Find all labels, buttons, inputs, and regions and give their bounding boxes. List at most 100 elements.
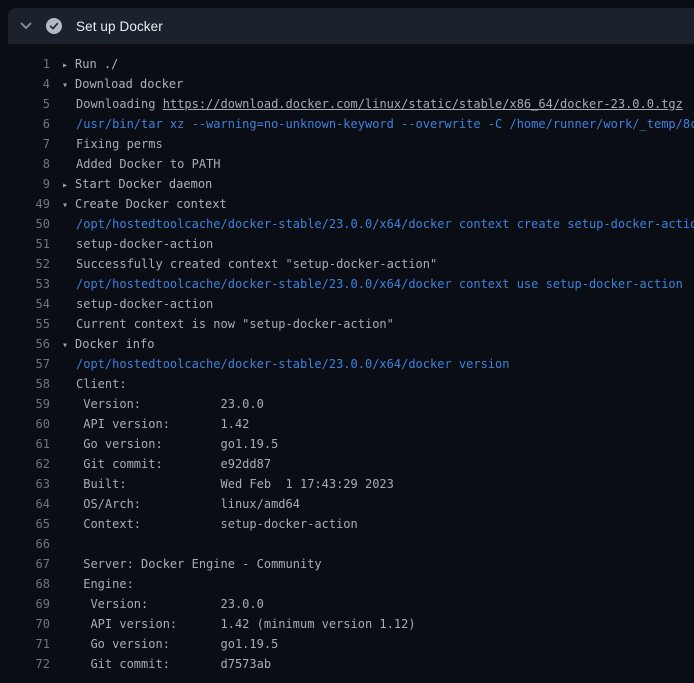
- log-output-text: Context: setup-docker-action: [50, 514, 358, 534]
- line-number-link[interactable]: 70: [0, 614, 50, 634]
- log-output-text: setup-docker-action: [50, 234, 213, 254]
- line-number-link[interactable]: 8: [0, 154, 50, 174]
- line-number-link[interactable]: 66: [0, 534, 50, 554]
- log-output-text: Version: 23.0.0: [50, 594, 264, 614]
- log-output-text: Fixing perms: [50, 134, 163, 154]
- log-line: 51setup-docker-action: [0, 234, 694, 254]
- log-group-header[interactable]: ▾Docker info: [50, 334, 154, 354]
- line-number-link[interactable]: 9: [0, 174, 50, 194]
- triangle-expanded-icon[interactable]: ▾: [62, 336, 75, 354]
- log-group-header[interactable]: ▸Run ./: [50, 54, 118, 74]
- log-line: 68 Engine:: [0, 574, 694, 594]
- line-number-link[interactable]: 49: [0, 194, 50, 214]
- log-output-text: Git commit: e92dd87: [50, 454, 271, 474]
- line-number-link[interactable]: 53: [0, 274, 50, 294]
- line-number-link[interactable]: 67: [0, 554, 50, 574]
- log-line: 72 Git commit: d7573ab: [0, 654, 694, 674]
- log-line: 7Fixing perms: [0, 134, 694, 154]
- log-line: 62 Git commit: e92dd87: [0, 454, 694, 474]
- log-line: 49▾Create Docker context: [0, 194, 694, 214]
- line-number-link[interactable]: 6: [0, 114, 50, 134]
- line-number-link[interactable]: 68: [0, 574, 50, 594]
- log-output-text: Successfully created context "setup-dock…: [50, 254, 437, 274]
- log-group-header[interactable]: ▸Start Docker daemon: [50, 174, 212, 194]
- log-line: 8Added Docker to PATH: [0, 154, 694, 174]
- log-output-text: Go version: go1.19.5: [50, 634, 278, 654]
- line-number-link[interactable]: 54: [0, 294, 50, 314]
- log-line: 4▾Download docker: [0, 74, 694, 94]
- log-output-text: API version: 1.42 (minimum version 1.12): [50, 614, 416, 634]
- line-number-link[interactable]: 59: [0, 394, 50, 414]
- log-output-text: API version: 1.42: [50, 414, 249, 434]
- log-line: 59 Version: 23.0.0: [0, 394, 694, 414]
- log-line: 69 Version: 23.0.0: [0, 594, 694, 614]
- line-number-link[interactable]: 7: [0, 134, 50, 154]
- log-output-text: Current context is now "setup-docker-act…: [50, 314, 394, 334]
- log-group-title: Docker info: [75, 337, 154, 351]
- log-command-text: /usr/bin/tar xz --warning=no-unknown-key…: [50, 114, 694, 134]
- line-number-link[interactable]: 57: [0, 354, 50, 374]
- line-number-link[interactable]: 5: [0, 94, 50, 114]
- line-number-link[interactable]: 4: [0, 74, 50, 94]
- log-line: 65 Context: setup-docker-action: [0, 514, 694, 534]
- triangle-expanded-icon[interactable]: ▾: [62, 76, 75, 94]
- log-line: 56▾Docker info: [0, 334, 694, 354]
- log-group-title: Run ./: [75, 57, 118, 71]
- line-number-link[interactable]: 72: [0, 654, 50, 674]
- log-url-link[interactable]: https://download.docker.com/linux/static…: [163, 97, 683, 111]
- log-line: 5Downloading https://download.docker.com…: [0, 94, 694, 114]
- line-number-link[interactable]: 65: [0, 514, 50, 534]
- line-number-link[interactable]: 60: [0, 414, 50, 434]
- line-number-link[interactable]: 51: [0, 234, 50, 254]
- step-header[interactable]: Set up Docker: [8, 8, 694, 44]
- line-number-link[interactable]: 64: [0, 494, 50, 514]
- line-number-link[interactable]: 50: [0, 214, 50, 234]
- log-output-text: Downloading https://download.docker.com/…: [50, 94, 683, 114]
- chevron-down-icon[interactable]: [20, 22, 32, 30]
- log-line: 71 Go version: go1.19.5: [0, 634, 694, 654]
- log-output-text: OS/Arch: linux/amd64: [50, 494, 300, 514]
- log-line: 67 Server: Docker Engine - Community: [0, 554, 694, 574]
- log-group-header[interactable]: ▾Download docker: [50, 74, 183, 94]
- log-line: 52Successfully created context "setup-do…: [0, 254, 694, 274]
- line-number-link[interactable]: 56: [0, 334, 50, 354]
- log-output-text: Added Docker to PATH: [50, 154, 221, 174]
- log-output-text: Built: Wed Feb 1 17:43:29 2023: [50, 474, 394, 494]
- line-number-link[interactable]: 63: [0, 474, 50, 494]
- log-line: 60 API version: 1.42: [0, 414, 694, 434]
- triangle-collapsed-icon[interactable]: ▸: [62, 176, 75, 194]
- line-number-link[interactable]: 62: [0, 454, 50, 474]
- log-output-text: [50, 534, 76, 554]
- log-text-segment: Downloading: [76, 97, 163, 111]
- line-number-link[interactable]: 55: [0, 314, 50, 334]
- log-group-header[interactable]: ▾Create Docker context: [50, 194, 227, 214]
- line-number-link[interactable]: 61: [0, 434, 50, 454]
- log-line: 1▸Run ./: [0, 54, 694, 74]
- log-group-title: Create Docker context: [75, 197, 227, 211]
- log-line: 70 API version: 1.42 (minimum version 1.…: [0, 614, 694, 634]
- check-circle-icon: [46, 18, 62, 34]
- log-command-text: /opt/hostedtoolcache/docker-stable/23.0.…: [50, 214, 694, 234]
- triangle-expanded-icon[interactable]: ▾: [62, 196, 75, 214]
- step-title: Set up Docker: [76, 19, 163, 34]
- log-area: 1▸Run ./4▾Download docker5Downloading ht…: [0, 44, 694, 683]
- log-line: 6/usr/bin/tar xz --warning=no-unknown-ke…: [0, 114, 694, 134]
- log-line: 61 Go version: go1.19.5: [0, 434, 694, 454]
- line-number-link[interactable]: 58: [0, 374, 50, 394]
- triangle-collapsed-icon[interactable]: ▸: [62, 56, 75, 74]
- log-line: 54setup-docker-action: [0, 294, 694, 314]
- log-line: 50/opt/hostedtoolcache/docker-stable/23.…: [0, 214, 694, 234]
- log-line: 64 OS/Arch: linux/amd64: [0, 494, 694, 514]
- line-number-link[interactable]: 1: [0, 54, 50, 74]
- log-line: 53/opt/hostedtoolcache/docker-stable/23.…: [0, 274, 694, 294]
- log-line: 9▸Start Docker daemon: [0, 174, 694, 194]
- log-group-title: Start Docker daemon: [75, 177, 212, 191]
- log-output-text: Go version: go1.19.5: [50, 434, 278, 454]
- log-line: 58Client:: [0, 374, 694, 394]
- log-command-text: /opt/hostedtoolcache/docker-stable/23.0.…: [50, 274, 683, 294]
- log-command-text: /opt/hostedtoolcache/docker-stable/23.0.…: [50, 354, 509, 374]
- line-number-link[interactable]: 71: [0, 634, 50, 654]
- line-number-link[interactable]: 52: [0, 254, 50, 274]
- line-number-link[interactable]: 69: [0, 594, 50, 614]
- log-line: 55Current context is now "setup-docker-a…: [0, 314, 694, 334]
